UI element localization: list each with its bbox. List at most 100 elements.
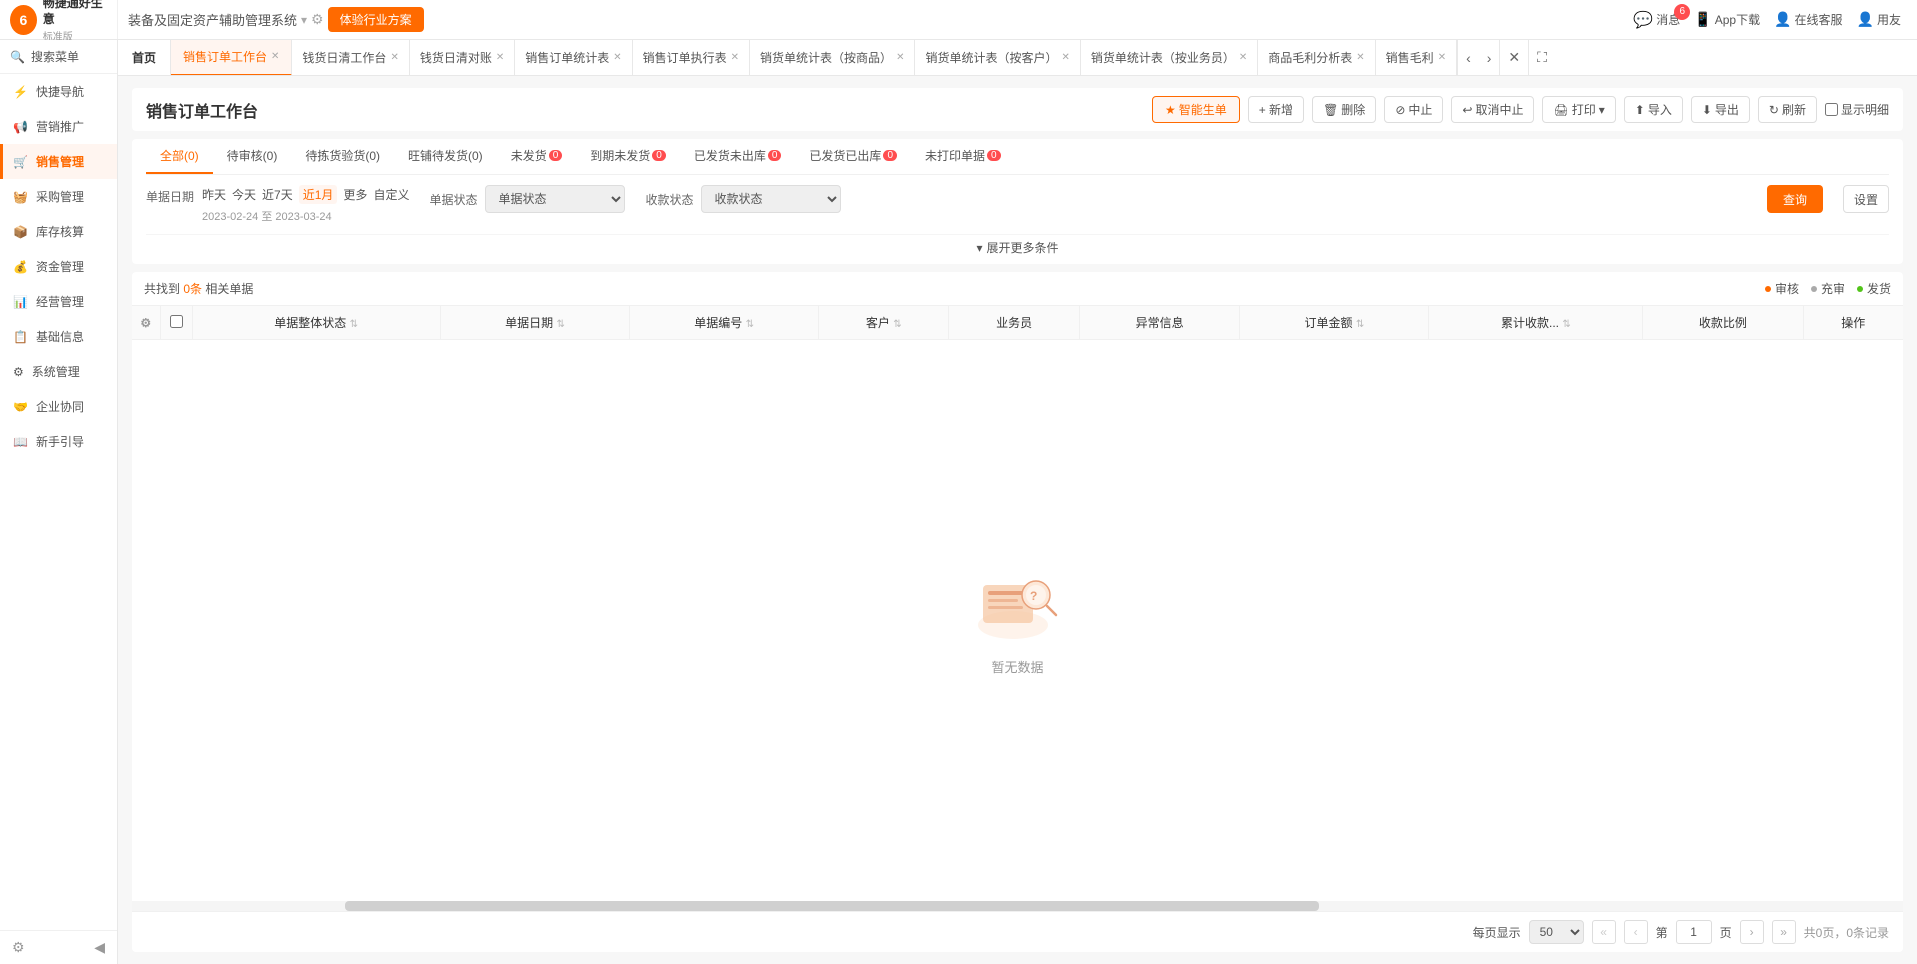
smart-create-button[interactable]: ★ 智能生单 bbox=[1152, 96, 1240, 123]
tab-close-sales-profit[interactable]: ✕ bbox=[1438, 52, 1446, 63]
app-download-button[interactable]: 📱 App下载 bbox=[1694, 11, 1760, 28]
page-last-button[interactable]: » bbox=[1772, 920, 1796, 944]
status-filter-select[interactable]: 单据状态 bbox=[485, 185, 625, 213]
page-input[interactable] bbox=[1676, 920, 1712, 944]
cancel-review-action-button[interactable]: 充审 bbox=[1811, 280, 1845, 297]
export-button[interactable]: ⬇ 导出 bbox=[1691, 96, 1750, 123]
settings-gear-icon[interactable]: ⚙ bbox=[311, 11, 324, 28]
col-status-header[interactable]: 单据整体状态 ⇅ bbox=[192, 306, 440, 340]
filter-tab-wangpu[interactable]: 旺铺待发货(0) bbox=[394, 139, 497, 174]
sidebar-search[interactable]: 🔍 搜索菜单 bbox=[0, 40, 117, 74]
page-first-button[interactable]: « bbox=[1592, 920, 1616, 944]
col-checkbox-header[interactable] bbox=[160, 306, 192, 340]
tab-sales-stat-customer[interactable]: 销货单统计表（按客户） ✕ bbox=[915, 40, 1080, 76]
sidebar-item-enterprise[interactable]: 🤝 企业协同 bbox=[0, 389, 117, 424]
date-opt-custom[interactable]: 自定义 bbox=[373, 186, 409, 203]
set-button[interactable]: 设置 bbox=[1843, 185, 1889, 213]
system-title-chevron[interactable]: ▾ bbox=[301, 13, 307, 27]
filter-tab-not-printed[interactable]: 未打印单据0 bbox=[911, 139, 1015, 174]
print-button[interactable]: 🖨 打印 ▾ bbox=[1542, 96, 1615, 123]
tab-expand-button[interactable]: ⛶ bbox=[1529, 40, 1555, 76]
page-size-select[interactable]: 50 10 20 100 bbox=[1529, 920, 1584, 944]
date-opt-7days[interactable]: 近7天 bbox=[262, 186, 293, 203]
filter-tab-not-shipped[interactable]: 未发货0 bbox=[497, 139, 577, 174]
tab-scroll-left-button[interactable]: ‹ bbox=[1457, 40, 1479, 76]
tab-scroll-right-button[interactable]: › bbox=[1479, 40, 1501, 76]
tab-close-margin-analysis[interactable]: ✕ bbox=[1356, 52, 1364, 63]
cancel-stop-button[interactable]: ↩ 取消中止 bbox=[1451, 96, 1534, 123]
col-date-header[interactable]: 单据日期 ⇅ bbox=[440, 306, 629, 340]
tab-sales-workbench[interactable]: 销售订单工作台 ✕ bbox=[171, 40, 292, 76]
tab-sales-stat-product[interactable]: 销货单统计表（按商品） ✕ bbox=[750, 40, 915, 76]
add-button[interactable]: + 新增 bbox=[1248, 96, 1304, 123]
sidebar-item-guide[interactable]: 📖 新手引导 bbox=[0, 424, 117, 459]
tab-sales-stat[interactable]: 销售订单统计表 ✕ bbox=[515, 40, 632, 76]
tab-home[interactable]: 首页 bbox=[118, 40, 171, 76]
tab-close-sales-stat[interactable]: ✕ bbox=[613, 52, 621, 63]
tab-close-sales-stat-staff[interactable]: ✕ bbox=[1239, 52, 1247, 63]
page-prev-button[interactable]: ‹ bbox=[1624, 920, 1648, 944]
sidebar-item-basic[interactable]: 📋 基础信息 bbox=[0, 319, 117, 354]
filter-tab-pending-review[interactable]: 待审核(0) bbox=[213, 139, 292, 174]
col-customer-header[interactable]: 客户 ⇅ bbox=[819, 306, 949, 340]
sidebar-item-system[interactable]: ⚙ 系统管理 bbox=[0, 354, 117, 389]
sidebar-item-purchase[interactable]: 🧺 采购管理 bbox=[0, 179, 117, 214]
col-abnormal-header[interactable]: 异常信息 bbox=[1079, 306, 1239, 340]
col-settings-header[interactable]: ⚙ bbox=[132, 306, 160, 340]
sidebar-collapse-button[interactable]: ◀ bbox=[94, 939, 105, 956]
tab-close-sales-stat-product[interactable]: ✕ bbox=[896, 52, 904, 63]
tab-close-all-button[interactable]: ✕ bbox=[1500, 40, 1529, 76]
tab-daily-cash[interactable]: 钱货日清工作台 ✕ bbox=[292, 40, 409, 76]
sidebar-item-inventory[interactable]: 📦 库存核算 bbox=[0, 214, 117, 249]
query-button[interactable]: 查询 bbox=[1767, 185, 1823, 213]
payment-filter-select[interactable]: 收款状态 bbox=[701, 185, 841, 213]
filter-tab-pending-inspect[interactable]: 待拣货验货(0) bbox=[291, 139, 394, 174]
select-all-checkbox[interactable] bbox=[170, 315, 183, 328]
horizontal-scrollbar[interactable] bbox=[132, 901, 1903, 911]
tab-close-cash-reconcile[interactable]: ✕ bbox=[496, 52, 504, 63]
col-staff-header[interactable]: 业务员 bbox=[949, 306, 1080, 340]
tab-cash-reconcile[interactable]: 钱货日清对账 ✕ bbox=[410, 40, 515, 76]
import-button[interactable]: ⬆ 导入 bbox=[1624, 96, 1683, 123]
filter-tab-shipped-not-warehoused[interactable]: 已发货未出库0 bbox=[680, 139, 796, 174]
date-opt-more[interactable]: 更多 bbox=[343, 186, 367, 203]
sidebar-item-operations[interactable]: 📊 经营管理 bbox=[0, 284, 117, 319]
tab-margin-analysis[interactable]: 商品毛利分析表 ✕ bbox=[1258, 40, 1375, 76]
filter-tab-all[interactable]: 全部(0) bbox=[146, 139, 213, 174]
stop-button[interactable]: ⊘ 中止 bbox=[1384, 96, 1443, 123]
tab-close-sales-exec[interactable]: ✕ bbox=[731, 52, 739, 63]
tab-sales-exec[interactable]: 销售订单执行表 ✕ bbox=[633, 40, 750, 76]
date-opt-1month[interactable]: 近1月 bbox=[299, 185, 338, 204]
review-action-button[interactable]: 审核 bbox=[1765, 280, 1799, 297]
filter-tab-overdue-not-shipped[interactable]: 到期未发货0 bbox=[576, 139, 680, 174]
date-opt-today[interactable]: 今天 bbox=[232, 186, 256, 203]
ship-action-button[interactable]: 发货 bbox=[1857, 280, 1891, 297]
user-menu-button[interactable]: 👤 用友 bbox=[1857, 11, 1901, 28]
horizontal-scrollbar-thumb[interactable] bbox=[345, 901, 1319, 911]
refresh-button[interactable]: ↻ 刷新 bbox=[1758, 96, 1817, 123]
tab-close-daily-cash[interactable]: ✕ bbox=[390, 52, 398, 63]
col-number-header[interactable]: 单据编号 ⇅ bbox=[630, 306, 819, 340]
col-ratio-header[interactable]: 收款比例 bbox=[1643, 306, 1803, 340]
sidebar-item-sales[interactable]: 🛒 销售管理 bbox=[0, 144, 117, 179]
sidebar-item-quick-nav[interactable]: ⚡ 快捷导航 bbox=[0, 74, 117, 109]
col-amount-header[interactable]: 订单金额 ⇅ bbox=[1240, 306, 1429, 340]
show-detail-checkbox[interactable] bbox=[1825, 103, 1838, 116]
tab-close-sales-workbench[interactable]: ✕ bbox=[271, 51, 279, 62]
show-detail-label[interactable]: 显示明细 bbox=[1825, 101, 1889, 118]
industry-solution-button[interactable]: 体验行业方案 bbox=[328, 7, 424, 32]
sidebar-item-finance[interactable]: 💰 资金管理 bbox=[0, 249, 117, 284]
delete-button[interactable]: 🗑 删除 bbox=[1312, 96, 1376, 123]
tab-sales-stat-staff[interactable]: 销货单统计表（按业务员） ✕ bbox=[1081, 40, 1258, 76]
message-button[interactable]: 💬 消息 6 bbox=[1633, 10, 1680, 30]
col-collected-header[interactable]: 累计收款... ⇅ bbox=[1429, 306, 1643, 340]
expand-more-button[interactable]: ▾ 展开更多条件 bbox=[146, 234, 1889, 264]
tab-sales-profit[interactable]: 销售毛利 ✕ bbox=[1376, 40, 1457, 76]
online-service-button[interactable]: 👤 在线客服 bbox=[1774, 11, 1842, 28]
page-next-button[interactable]: › bbox=[1740, 920, 1764, 944]
filter-tab-shipped-warehoused[interactable]: 已发货已出库0 bbox=[795, 139, 911, 174]
sidebar-settings-button[interactable]: ⚙ bbox=[12, 939, 25, 956]
date-opt-yesterday[interactable]: 昨天 bbox=[202, 186, 226, 203]
sidebar-item-marketing[interactable]: 📢 营销推广 bbox=[0, 109, 117, 144]
tab-close-sales-stat-customer[interactable]: ✕ bbox=[1061, 52, 1069, 63]
